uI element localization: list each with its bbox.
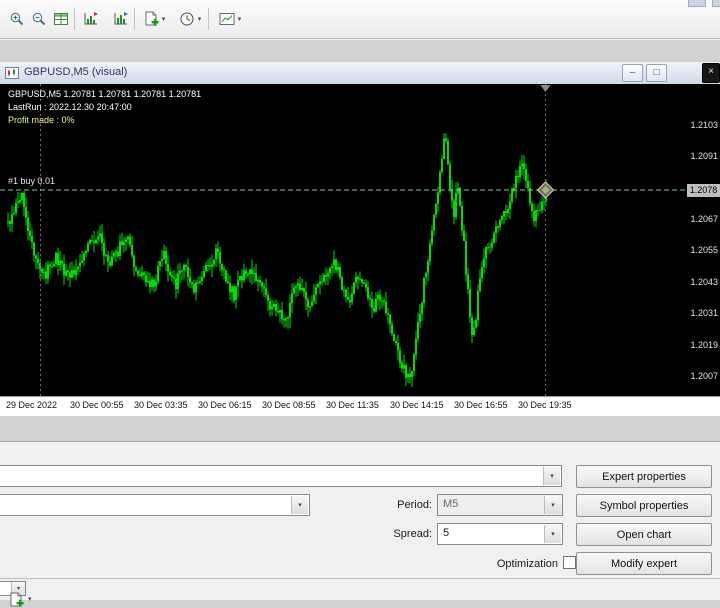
tile-windows-icon	[53, 11, 69, 27]
optimization-checkbox[interactable]	[563, 556, 576, 569]
close-button[interactable]: ×	[702, 63, 720, 83]
mdi-background	[0, 39, 720, 63]
time-label: 30 Dec 06:15	[198, 400, 252, 410]
time-label: 30 Dec 16:55	[454, 400, 508, 410]
time-label: 30 Dec 14:15	[390, 400, 444, 410]
price-axis[interactable]: 1.21031.20911.20791.20671.20551.20431.20…	[684, 84, 720, 396]
new-report-dropdown[interactable]: ▾	[28, 595, 32, 603]
chart-forward-button[interactable]	[80, 8, 102, 30]
toolbar-separator	[208, 8, 209, 30]
toolbar-separator	[134, 8, 135, 30]
spread-label: Spread:	[372, 528, 432, 540]
main-toolbar: ▾ ▾ ▾	[0, 0, 720, 39]
bar-chart-step-icon	[113, 11, 129, 27]
order-line-label: #1 buy 0.01	[8, 176, 55, 186]
chart-template-dropdown[interactable]: ▾	[234, 14, 245, 26]
zoom-in-icon	[9, 11, 25, 27]
symbol-properties-button[interactable]: Symbol properties	[576, 494, 712, 517]
optimization-label: Optimization	[468, 558, 558, 570]
period-select-value: M5	[443, 498, 458, 510]
time-label: 30 Dec 08:55	[262, 400, 316, 410]
toolbar-separator	[74, 8, 75, 30]
chevron-down-icon[interactable]: ▾	[544, 525, 561, 543]
chart-window-icon	[5, 66, 20, 80]
zoom-in-button[interactable]	[6, 8, 28, 30]
price-tick-label: 1.2091	[684, 151, 718, 161]
chevron-down-icon[interactable]: ▾	[543, 467, 560, 485]
minimize-button[interactable]: –	[622, 64, 643, 82]
zoom-out-button[interactable]	[28, 8, 50, 30]
chevron-down-icon[interactable]: ▾	[291, 496, 308, 514]
time-axis[interactable]: 29 Dec 2022 30 Dec 00:55 30 Dec 03:35 30 De…	[0, 396, 720, 416]
zoom-out-icon	[31, 11, 47, 27]
price-tick-label: 1.2031	[684, 308, 718, 318]
open-chart-button[interactable]: Open chart	[576, 523, 712, 546]
price-tick-label: 1.2007	[684, 371, 718, 381]
chevron-down-icon[interactable]: ▾	[544, 496, 561, 514]
time-label: 30 Dec 00:55	[70, 400, 124, 410]
price-tick-label: 1.2067	[684, 214, 718, 224]
clock-icon	[179, 11, 195, 27]
price-tick-label: 1.2019	[684, 340, 718, 350]
period-select[interactable]: M5 ▾	[437, 494, 563, 516]
modify-expert-button[interactable]: Modify expert	[576, 552, 712, 575]
chart-plot-area[interactable]: GBPUSD,M5 1.20781 1.20781 1.20781 1.2078…	[0, 84, 720, 396]
chart-profit-line: Profit made : 0%	[8, 114, 201, 127]
price-tick-label: 1.2103	[684, 120, 718, 130]
history-interval-dropdown[interactable]: ▾	[194, 14, 205, 26]
chart-info-overlay: GBPUSD,M5 1.20781 1.20781 1.20781 1.2078…	[8, 88, 201, 127]
chart-template-icon	[219, 11, 235, 27]
maximize-button[interactable]: □	[646, 64, 667, 82]
spread-select[interactable]: 5 ▾	[437, 523, 563, 545]
candlestick-chart	[0, 84, 720, 396]
symbol-select[interactable]: ▾	[0, 494, 310, 516]
new-document-dropdown[interactable]: ▾	[158, 14, 169, 26]
new-report-icon[interactable]	[8, 592, 24, 608]
time-label: 30 Dec 03:35	[134, 400, 188, 410]
chart-lastrun-line: LastRun : 2022.12.30 20:47:00	[8, 101, 201, 114]
time-label: 30 Dec 11:35	[326, 400, 379, 410]
time-label: 29 Dec 2022	[6, 400, 57, 410]
panel-divider	[0, 578, 720, 579]
bar-chart-forward-icon	[83, 11, 99, 27]
time-label: 30 Dec 19:35	[518, 400, 572, 410]
chart-window-title: GBPUSD,M5 (visual)	[24, 66, 127, 78]
price-tick-label: 1.2055	[684, 245, 718, 255]
tester-settings-panel: ▾ Expert properties ▾ Period: M5 ▾ Symbo…	[0, 441, 720, 600]
current-price-tag: 1.2078	[687, 184, 720, 197]
chart-ohlc-line: GBPUSD,M5 1.20781 1.20781 1.20781 1.2078…	[8, 88, 201, 101]
chart-window-titlebar[interactable]: GBPUSD,M5 (visual) – □ ×	[0, 62, 720, 85]
price-tick-label: 1.2043	[684, 277, 718, 287]
period-label: Period:	[372, 499, 432, 511]
partial-toolbar-icon	[688, 0, 706, 7]
chart-step-button[interactable]	[110, 8, 132, 30]
new-document-icon	[143, 11, 159, 27]
partial-toolbar-icon	[712, 0, 720, 7]
expert-properties-button[interactable]: Expert properties	[576, 465, 712, 488]
tile-windows-button[interactable]	[50, 8, 72, 30]
expert-select[interactable]: ▾	[0, 465, 562, 487]
spread-select-value: 5	[443, 527, 449, 539]
chart-window: GBPUSD,M5 (visual) – □ × GBPUSD,M5 1.207…	[0, 62, 720, 416]
